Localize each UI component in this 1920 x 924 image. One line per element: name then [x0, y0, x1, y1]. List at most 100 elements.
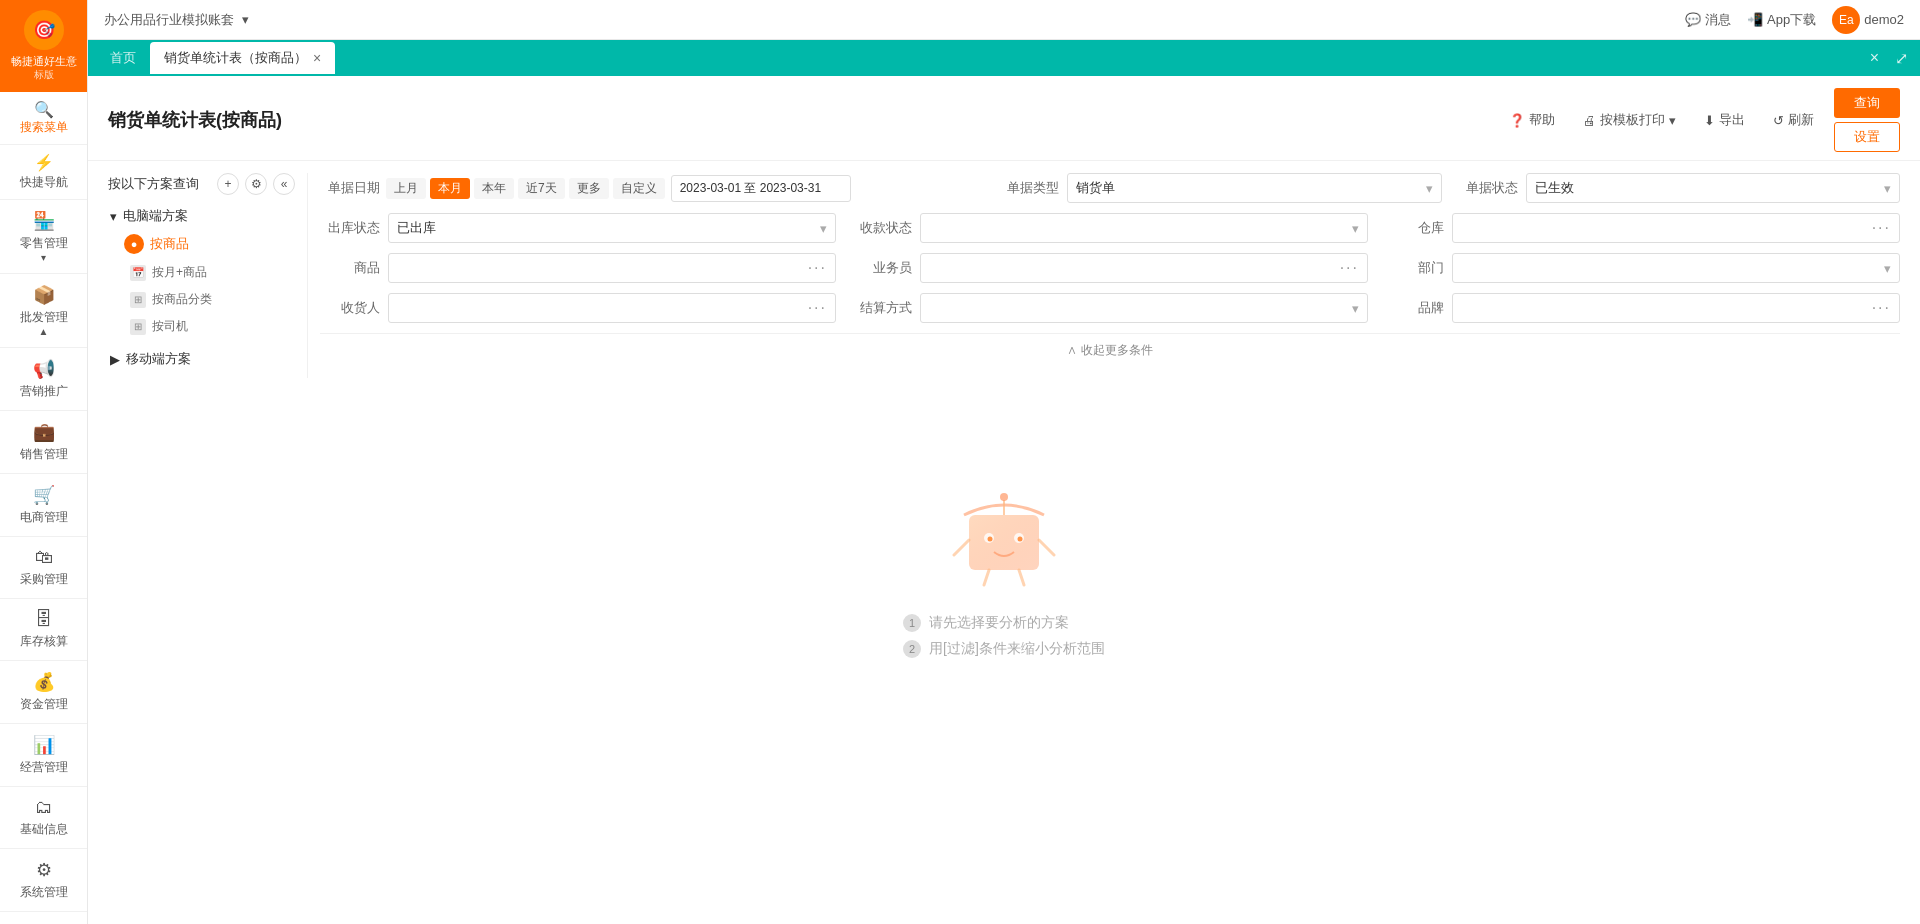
bill-type-value: 销货单 — [1076, 179, 1115, 197]
date-pill-more[interactable]: 更多 — [569, 178, 609, 199]
sidebar-item-retail[interactable]: 🏪 零售管理 ▾ — [0, 200, 87, 274]
date-pill-custom[interactable]: 自定义 — [613, 178, 665, 199]
operation-icon: 📊 — [33, 734, 55, 756]
finance-label: 资金管理 — [20, 696, 68, 713]
tab-home[interactable]: 首页 — [96, 42, 150, 74]
payment-input[interactable]: ▾ — [920, 293, 1368, 323]
goods-label: 商品 — [320, 259, 380, 277]
scheme-item-by-driver[interactable]: ⊞ 按司机 — [108, 313, 295, 340]
brand-input[interactable]: ··· — [1452, 293, 1900, 323]
sidebar: 🎯 畅捷通好生意 标版 🔍 搜索菜单 ⚡ 快捷导航 🏪 零售管理 ▾ 📦 批发管… — [0, 0, 88, 924]
tab-active-label: 销货单统计表（按商品） — [164, 49, 307, 67]
filter-bill-type-field: 单据类型 销货单 ▾ — [999, 173, 1441, 203]
user-btn[interactable]: Ea demo2 — [1832, 6, 1904, 34]
sidebar-item-marketing[interactable]: 📢 营销推广 — [0, 348, 87, 411]
scheme-settings-btn[interactable]: ⚙ — [245, 173, 267, 195]
query-btn[interactable]: 查询 — [1834, 88, 1900, 118]
date-pill-7days[interactable]: 近7天 — [518, 178, 565, 199]
settings-btn[interactable]: 设置 — [1834, 122, 1900, 152]
pc-group-label: 电脑端方案 — [123, 207, 188, 225]
sidebar-item-purchase[interactable]: 🛍 采购管理 — [0, 537, 87, 599]
print-arrow: ▾ — [1669, 113, 1676, 128]
filter-brand-field: 品牌 ··· — [1384, 293, 1900, 323]
bill-status-value: 已生效 — [1535, 179, 1574, 197]
export-btn[interactable]: ⬇ 导出 — [1696, 107, 1753, 133]
industry-dropdown-icon[interactable]: ▾ — [242, 12, 249, 27]
scheme-group-mobile-header[interactable]: ▶ 移动端方案 — [108, 346, 295, 372]
win-close-btn[interactable]: × — [1866, 47, 1883, 69]
scheme-item-by-goods[interactable]: ● 按商品 — [108, 229, 295, 259]
dept-arrow: ▾ — [1884, 261, 1891, 276]
sidebar-item-operation[interactable]: 📊 经营管理 — [0, 724, 87, 787]
date-pill-this-year[interactable]: 本年 — [474, 178, 514, 199]
svg-line-5 — [954, 540, 969, 555]
search-icon: 🔍 — [34, 100, 54, 119]
refresh-label: 刷新 — [1788, 111, 1814, 129]
sidebar-item-basic[interactable]: 🗂 基础信息 — [0, 787, 87, 849]
salesperson-input[interactable]: ··· — [920, 253, 1368, 283]
scheme-item-by-month-goods[interactable]: 📅 按月+商品 — [108, 259, 295, 286]
tab-active[interactable]: 销货单统计表（按商品） × — [150, 42, 335, 74]
bill-status-arrow: ▾ — [1884, 181, 1891, 196]
tab-close-icon[interactable]: × — [313, 50, 321, 66]
sidebar-item-ecom[interactable]: 🛒 电商管理 — [0, 474, 87, 537]
scheme-add-btn[interactable]: + — [217, 173, 239, 195]
sidebar-item-inventory[interactable]: 🗄 库存核算 — [0, 599, 87, 661]
filter-row-4: 收货人 ··· 结算方式 ▾ 品牌 — [320, 293, 1900, 323]
sidebar-item-enterprise[interactable]: 🤝 企业协同 — [0, 912, 87, 924]
tab-bar-right: × ⤢ — [1866, 47, 1912, 70]
page-title-bar: 销货单统计表(按商品) ❓ 帮助 🖨 按模板打印 ▾ ⬇ 导出 ↺ 刷新 — [88, 76, 1920, 161]
win-restore-btn[interactable]: ⤢ — [1891, 47, 1912, 70]
sidebar-item-sales[interactable]: 💼 销售管理 — [0, 411, 87, 474]
message-btn[interactable]: 💬 消息 — [1685, 11, 1731, 29]
out-status-input[interactable]: 已出库 ▾ — [388, 213, 836, 243]
user-name: demo2 — [1864, 12, 1904, 27]
warehouse-input[interactable]: ··· — [1452, 213, 1900, 243]
filter-goods-field: 商品 ··· — [320, 253, 836, 283]
scheme-panel-header: 按以下方案查询 + ⚙ « — [108, 173, 295, 195]
scheme-collapse-btn[interactable]: « — [273, 173, 295, 195]
scheme-goods-label: 按商品 — [150, 235, 189, 253]
empty-tips: 1 请先选择要分析的方案 2 用[过滤]条件来缩小分析范围 — [903, 614, 1105, 666]
date-pill-this-month[interactable]: 本月 — [430, 178, 470, 199]
sub-icon-table: ⊞ — [130, 292, 146, 308]
date-pill-last-month[interactable]: 上月 — [386, 178, 426, 199]
scheme-group-pc-header[interactable]: ▾ 电脑端方案 — [108, 203, 295, 229]
mobile-group-label: 移动端方案 — [126, 350, 191, 368]
bill-type-label: 单据类型 — [999, 179, 1059, 197]
sidebar-item-system[interactable]: ⚙ 系统管理 — [0, 849, 87, 912]
sidebar-item-wholesale[interactable]: 📦 批发管理 ▲ — [0, 274, 87, 348]
tip-text-1: 请先选择要分析的方案 — [929, 614, 1069, 632]
scheme-item-by-category[interactable]: ⊞ 按商品分类 — [108, 286, 295, 313]
refresh-btn[interactable]: ↺ 刷新 — [1765, 107, 1822, 133]
dept-input[interactable]: ▾ — [1452, 253, 1900, 283]
dept-label: 部门 — [1384, 259, 1444, 277]
bill-type-input[interactable]: 销货单 ▾ — [1067, 173, 1441, 203]
svg-line-6 — [1039, 540, 1054, 555]
print-btn[interactable]: 🖨 按模板打印 ▾ — [1575, 107, 1684, 133]
header-left: 办公用品行业模拟账套 ▾ — [104, 11, 249, 29]
sub-icon-driver: ⊞ — [130, 319, 146, 335]
basic-label: 基础信息 — [20, 821, 68, 838]
collapse-btn[interactable]: ∧ 收起更多条件 — [320, 333, 1900, 367]
sidebar-quick-nav[interactable]: ⚡ 快捷导航 — [0, 145, 87, 200]
help-btn[interactable]: ❓ 帮助 — [1501, 107, 1563, 133]
warehouse-dots: ··· — [1872, 219, 1891, 237]
sidebar-item-finance[interactable]: 💰 资金管理 — [0, 661, 87, 724]
salesperson-label: 业务员 — [852, 259, 912, 277]
app-download-btn[interactable]: 📲 App下载 — [1747, 11, 1816, 29]
consignee-input[interactable]: ··· — [388, 293, 836, 323]
out-status-label: 出库状态 — [320, 219, 380, 237]
pc-group-arrow: ▾ — [110, 209, 117, 224]
date-range-input[interactable]: 2023-03-01 至 2023-03-31 — [671, 175, 851, 202]
tab-bar: 首页 销货单统计表（按商品） × × ⤢ — [88, 40, 1920, 76]
purchase-label: 采购管理 — [20, 571, 68, 588]
retail-icon: 🏪 — [33, 210, 55, 232]
page-title: 销货单统计表(按商品) — [108, 108, 282, 132]
goods-input[interactable]: ··· — [388, 253, 836, 283]
bill-status-input[interactable]: 已生效 ▾ — [1526, 173, 1900, 203]
sidebar-search[interactable]: 🔍 搜索菜单 — [0, 92, 87, 145]
receipt-status-input[interactable]: ▾ — [920, 213, 1368, 243]
out-status-value: 已出库 — [397, 219, 436, 237]
message-label: 消息 — [1705, 11, 1731, 29]
